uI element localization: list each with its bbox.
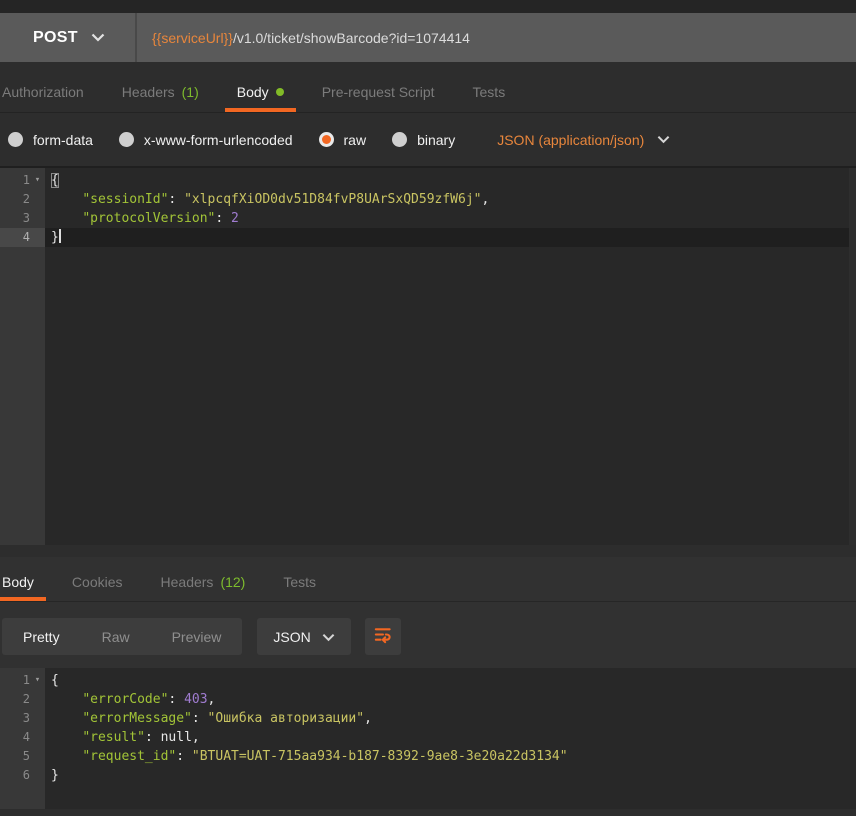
response-code-lines: 1 ▾{2 "errorCode": 403, 3 "errorMessage": …: [0, 668, 856, 785]
url-input[interactable]: {{serviceUrl}}/v1.0/ticket/showBarcode?i…: [137, 13, 856, 62]
radio-circle-icon: [118, 132, 134, 147]
window-top-strip: [0, 0, 856, 13]
preview-view-button[interactable]: Preview: [151, 618, 243, 655]
chevron-down-icon: [91, 29, 105, 47]
wrap-lines-button[interactable]: [364, 618, 401, 655]
wrap-lines-icon: [373, 625, 392, 649]
url-environment-variable: {{serviceUrl}}: [152, 29, 233, 46]
response-body-viewer[interactable]: 1 ▾{2 "errorCode": 403, 3 "errorMessage": …: [0, 668, 856, 809]
response-tab-bar: Body Cookies Headers (12) Tests: [0, 557, 856, 602]
editor-scrollbar-track[interactable]: [849, 168, 856, 545]
method-dropdown[interactable]: POST: [0, 13, 137, 62]
tab-authorization[interactable]: Authorization: [0, 75, 96, 112]
url-path: /v1.0/ticket/showBarcode?id=1074414: [232, 29, 470, 46]
request-code-lines: 1 ▾{2 "sessionId": "xlpcqfXiOD0dv51D84fvP…: [0, 168, 856, 247]
chevron-down-icon: [322, 629, 335, 645]
code-line: 6}: [0, 766, 856, 785]
pretty-view-button[interactable]: Pretty: [2, 618, 81, 655]
chevron-down-icon: [657, 131, 670, 149]
tab-headers[interactable]: Headers (1): [110, 75, 211, 112]
body-type-selector: form-data x-www-form-urlencoded raw bina…: [0, 113, 856, 168]
raw-view-button[interactable]: Raw: [81, 618, 151, 655]
code-line: 5 "request_id": "BTUAT=UAT-715aa934-b187…: [0, 747, 856, 766]
tab-response-headers[interactable]: Headers (12): [149, 567, 258, 601]
tab-body[interactable]: Body: [224, 75, 296, 112]
code-line: 3 "errorMessage": "Ошибка авторизации",: [0, 709, 856, 728]
request-body-editor[interactable]: 1 ▾{2 "sessionId": "xlpcqfXiOD0dv51D84fvP…: [0, 168, 856, 545]
fold-caret-icon[interactable]: ▾: [30, 671, 45, 690]
radio-form-data[interactable]: form-data: [8, 132, 93, 148]
response-format-dropdown[interactable]: JSON: [257, 618, 351, 655]
code-line: 1 ▾{: [0, 171, 856, 190]
content-type-dropdown[interactable]: JSON (application/json): [497, 131, 670, 149]
response-view-toolbar: Pretty Raw Preview JSON: [0, 602, 856, 668]
radio-selected-icon: [318, 132, 334, 147]
code-line: 2 "errorCode": 403,: [0, 690, 856, 709]
headers-count-badge: (1): [181, 83, 199, 100]
fold-caret-icon[interactable]: ▾: [30, 171, 45, 190]
radio-x-www-form-urlencoded[interactable]: x-www-form-urlencoded: [118, 132, 293, 148]
code-line: 4 "result": null,: [0, 728, 856, 747]
tab-pre-request-script[interactable]: Pre-request Script: [310, 75, 447, 112]
code-line: 3 "protocolVersion": 2: [0, 209, 856, 228]
section-divider: [0, 545, 856, 557]
tab-response-cookies[interactable]: Cookies: [60, 567, 135, 601]
tab-tests[interactable]: Tests: [461, 75, 518, 112]
tab-response-tests[interactable]: Tests: [271, 567, 328, 601]
body-present-dot: [275, 87, 284, 96]
tab-response-body[interactable]: Body: [0, 567, 46, 601]
radio-circle-icon: [8, 132, 23, 147]
method-label: POST: [33, 28, 78, 46]
request-url-bar: POST {{serviceUrl}}/v1.0/ticket/showBarc…: [0, 13, 856, 62]
text-cursor: [58, 229, 61, 243]
code-line: 2 "sessionId": "xlpcqfXiOD0dv51D84fvP8UA…: [0, 190, 856, 209]
radio-circle-icon: [392, 132, 408, 147]
radio-raw[interactable]: raw: [318, 132, 366, 148]
radio-binary[interactable]: binary: [392, 132, 455, 148]
view-mode-button-group: Pretty Raw Preview: [2, 618, 243, 655]
response-headers-count-badge: (12): [220, 574, 246, 590]
request-tab-bar: Authorization Headers (1) Body Pre-reque…: [0, 62, 856, 113]
code-line: 1 ▾{: [0, 671, 856, 690]
code-line: 4}: [0, 228, 856, 247]
